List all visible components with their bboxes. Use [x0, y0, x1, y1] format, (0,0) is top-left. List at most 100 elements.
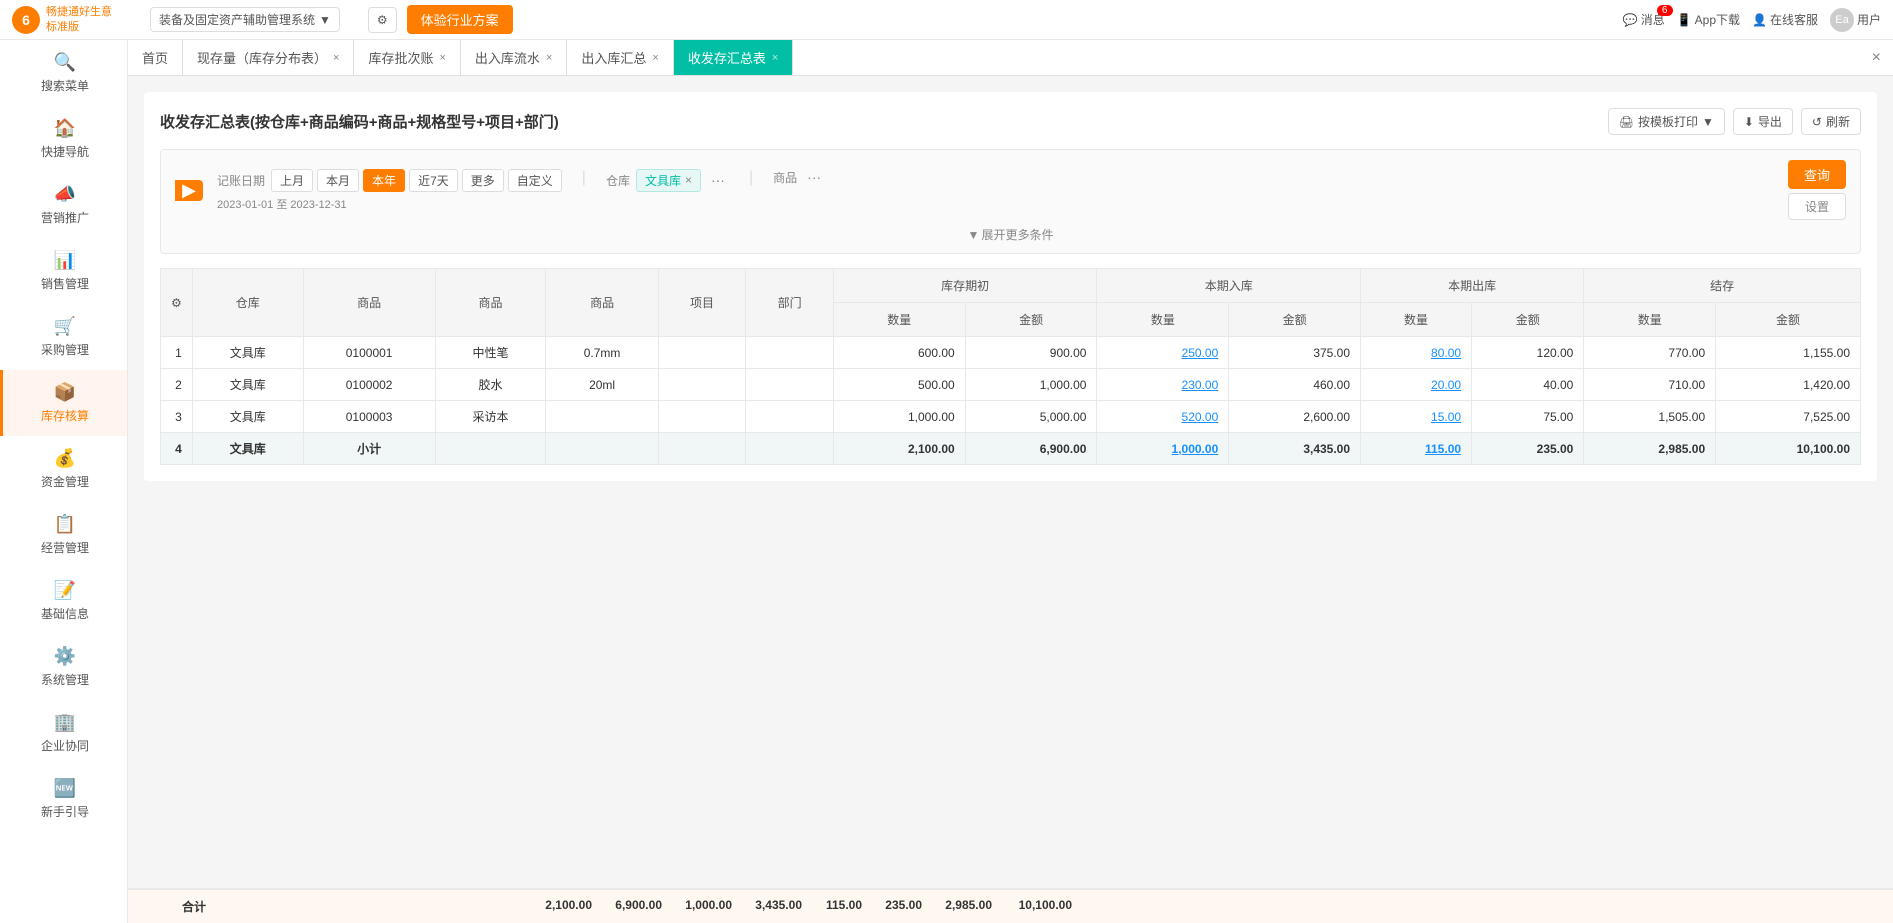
- avatar: Ea: [1830, 8, 1854, 32]
- tab-close-stock-dist[interactable]: ×: [333, 52, 339, 64]
- settings-icon[interactable]: ⚙: [171, 296, 182, 310]
- tab-recv-send-summary[interactable]: 收发存汇总表 ×: [674, 40, 793, 76]
- row-begin-amt: 1,000.00: [965, 369, 1097, 401]
- tab-stock-dist[interactable]: 现存量（库存分布表） ×: [183, 40, 354, 76]
- row-code: 0100001: [303, 337, 435, 369]
- row-out-amt: 120.00: [1472, 337, 1584, 369]
- total-end-qty: 2,985.00: [932, 898, 1002, 915]
- export-button[interactable]: ⬇ 导出: [1733, 108, 1793, 135]
- refresh-button[interactable]: ↺ 刷新: [1801, 108, 1861, 135]
- trial-btn[interactable]: 体验行业方案: [407, 5, 513, 34]
- sidebar-item-operations[interactable]: 📋 经营管理: [0, 502, 127, 568]
- th-code: 商品: [303, 269, 435, 337]
- tab-bar-close-all[interactable]: ×: [1860, 40, 1893, 76]
- date-btn-custom[interactable]: 自定义: [508, 169, 562, 192]
- th-begin-stock: 库存期初: [833, 269, 1097, 303]
- subtotal-end-amt: 10,100.00: [1716, 433, 1861, 465]
- filter-separator: |: [582, 169, 586, 187]
- total-begin-qty: 2,100.00: [532, 898, 602, 915]
- header-actions: 🖨 按模板打印 ▼ ⬇ 导出 ↺ 刷新: [1608, 108, 1861, 135]
- date-btn-more[interactable]: 更多: [462, 169, 504, 192]
- system-selector[interactable]: 装备及固定资产辅助管理系统 ▼: [150, 7, 340, 32]
- row-out-qty-link[interactable]: 15.00: [1361, 401, 1472, 433]
- row-end-amt: 1,420.00: [1716, 369, 1861, 401]
- row-in-qty-link[interactable]: 250.00: [1097, 337, 1229, 369]
- messages-button[interactable]: 💬 消息 6: [1623, 11, 1665, 28]
- row-end-qty: 1,505.00: [1584, 401, 1716, 433]
- app-download-button[interactable]: 📱 App下载: [1677, 11, 1740, 28]
- warehouse-more-btn[interactable]: ···: [707, 172, 729, 188]
- sidebar-item-marketing[interactable]: 📣 营销推广: [0, 172, 127, 238]
- sidebar-item-quick-nav[interactable]: 🏠 快捷导航: [0, 106, 127, 172]
- sidebar-item-purchase[interactable]: 🛒 采购管理: [0, 304, 127, 370]
- th-begin-amt: 金额: [965, 303, 1097, 337]
- query-button[interactable]: 查询: [1788, 160, 1846, 189]
- sidebar-item-sales[interactable]: 📊 销售管理: [0, 238, 127, 304]
- row-begin-amt: 5,000.00: [965, 401, 1097, 433]
- date-btn-this-year[interactable]: 本年: [363, 169, 405, 192]
- th-warehouse: 仓库: [192, 269, 303, 337]
- filter-settings-btn[interactable]: 设置: [1788, 193, 1846, 220]
- print-template-button[interactable]: 🖨 按模板打印 ▼: [1608, 108, 1725, 135]
- date-btn-this-month[interactable]: 本月: [317, 169, 359, 192]
- tab-home[interactable]: 首页: [128, 40, 183, 76]
- row-out-qty-link[interactable]: 20.00: [1361, 369, 1472, 401]
- tab-in-out-summary[interactable]: 出入库汇总 ×: [567, 40, 673, 76]
- row-spec: 0.7mm: [546, 337, 658, 369]
- page-content: 收发存汇总表(按仓库+商品编码+商品+规格型号+项目+部门) 🖨 按模板打印 ▼…: [128, 76, 1893, 888]
- goods-more-btn[interactable]: ···: [803, 169, 825, 185]
- warehouse-tag-remove[interactable]: ×: [685, 173, 692, 187]
- sidebar-item-system[interactable]: ⚙️ 系统管理: [0, 634, 127, 700]
- row-in-amt: 460.00: [1229, 369, 1361, 401]
- row-in-qty-link[interactable]: 520.00: [1097, 401, 1229, 433]
- table-row: 1 文具库 0100001 中性笔 0.7mm 600.00 900.00 25…: [161, 337, 1861, 369]
- tab-close-in-out-flow[interactable]: ×: [546, 52, 552, 64]
- sidebar-item-guide[interactable]: 🆕 新手引导: [0, 766, 127, 832]
- sidebar-item-enterprise[interactable]: 🏢 企业协同: [0, 700, 127, 766]
- th-end-amt: 金额: [1716, 303, 1861, 337]
- date-btn-prev-month[interactable]: 上月: [271, 169, 313, 192]
- expand-row: ▼ 展开更多条件: [175, 226, 1846, 243]
- tab-batch-ledger[interactable]: 库存批次账 ×: [354, 40, 460, 76]
- content-area: 首页 现存量（库存分布表） × 库存批次账 × 出入库流水 × 出入库汇总 × …: [128, 40, 1893, 923]
- warehouse-tag: 文具库 ×: [636, 169, 701, 192]
- tab-close-batch-ledger[interactable]: ×: [439, 52, 445, 64]
- page-title: 收发存汇总表(按仓库+商品编码+商品+规格型号+项目+部门): [160, 111, 559, 132]
- tab-close-recv-send-summary[interactable]: ×: [772, 52, 778, 64]
- subtotal-out-qty[interactable]: 115.00: [1361, 433, 1472, 465]
- sidebar-item-finance[interactable]: 💰 资金管理: [0, 436, 127, 502]
- subtotal-in-qty[interactable]: 1,000.00: [1097, 433, 1229, 465]
- date-btn-7days[interactable]: 近7天: [409, 169, 458, 192]
- tab-close-in-out-summary[interactable]: ×: [652, 52, 658, 64]
- sidebar-item-basic-info[interactable]: 📝 基础信息: [0, 568, 127, 634]
- row-in-qty-link[interactable]: 230.00: [1097, 369, 1229, 401]
- sidebar-item-search-menu[interactable]: 🔍 搜索菜单: [0, 40, 127, 106]
- row-in-amt: 2,600.00: [1229, 401, 1361, 433]
- date-filter-col: 记账日期 上月 本月 本年 近7天 更多 自定义: [217, 169, 562, 212]
- row-dept: [746, 369, 834, 401]
- data-table: ⚙ 仓库 商品 商品 商品 项目 部门 库存期初 本期入库 本期出库 结存: [160, 268, 1861, 465]
- subtotal-no: 4: [161, 433, 193, 465]
- table-container: ⚙ 仓库 商品 商品 商品 项目 部门 库存期初 本期入库 本期出库 结存: [160, 268, 1861, 465]
- online-service-button[interactable]: 👤 在线客服: [1752, 11, 1818, 28]
- user-menu[interactable]: Ea 用户: [1830, 8, 1881, 32]
- tab-bar: 首页 现存量（库存分布表） × 库存批次账 × 出入库流水 × 出入库汇总 × …: [128, 40, 1893, 76]
- total-in-amt: 3,435.00: [742, 898, 812, 915]
- row-end-amt: 1,155.00: [1716, 337, 1861, 369]
- row-warehouse: 文具库: [192, 337, 303, 369]
- tab-in-out-flow[interactable]: 出入库流水 ×: [461, 40, 567, 76]
- refresh-icon: ↺: [1812, 115, 1822, 129]
- subtotal-end-qty: 2,985.00: [1584, 433, 1716, 465]
- th-end-qty: 数量: [1584, 303, 1716, 337]
- filter-toggle-arrow[interactable]: ▶: [175, 180, 203, 201]
- row-out-qty-link[interactable]: 80.00: [1361, 337, 1472, 369]
- th-in-period: 本期入库: [1097, 269, 1361, 303]
- page-header: 收发存汇总表(按仓库+商品编码+商品+规格型号+项目+部门) 🖨 按模板打印 ▼…: [160, 108, 1861, 135]
- expand-more-conditions[interactable]: ▼ 展开更多条件: [968, 226, 1054, 243]
- row-out-amt: 40.00: [1472, 369, 1584, 401]
- settings-gear-button[interactable]: ⚙: [368, 7, 397, 33]
- operations-icon: 📋: [54, 514, 76, 535]
- sidebar-item-inventory[interactable]: 📦 库存核算: [0, 370, 127, 436]
- date-label: 记账日期: [217, 172, 265, 189]
- row-no: 2: [161, 369, 193, 401]
